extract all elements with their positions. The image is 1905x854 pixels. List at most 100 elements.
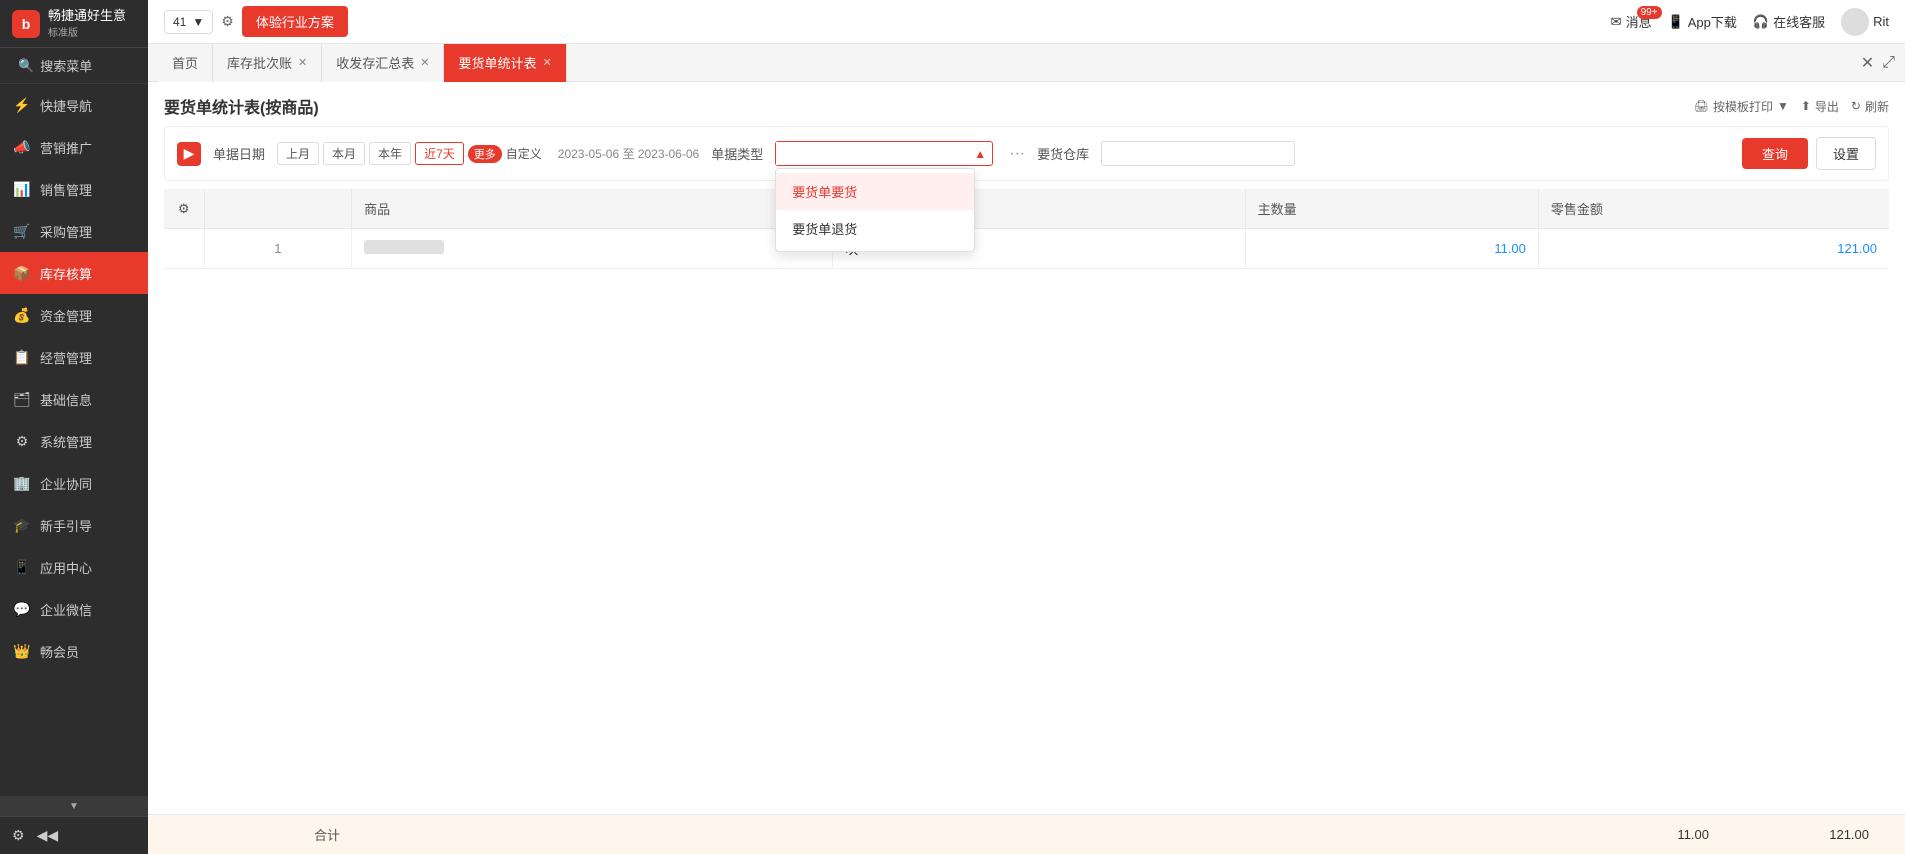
date-last-month-btn[interactable]: 上月 xyxy=(277,142,319,165)
sidebar-item-system[interactable]: ⚙ 系统管理 xyxy=(0,420,148,462)
nav-label-member: 畅会员 xyxy=(40,642,79,661)
warehouse-label: 要货仓库 xyxy=(1037,144,1089,163)
tab-home[interactable]: 首页 xyxy=(158,44,213,82)
app-version: 标准版 xyxy=(48,24,126,39)
col-settings[interactable]: ⚙ xyxy=(164,189,204,229)
date-this-month-btn[interactable]: 本月 xyxy=(323,142,365,165)
sidebar-item-purchase[interactable]: 🛒 采购管理 xyxy=(0,210,148,252)
footer-amount: 121.00 xyxy=(1829,827,1869,842)
sidebar-scroll-down[interactable]: ▼ xyxy=(0,796,148,816)
tab-order-stats[interactable]: 要货单统计表✕ xyxy=(444,44,566,82)
cell-quantity-0[interactable]: 11.00 xyxy=(1245,229,1538,269)
date-this-year-btn[interactable]: 本年 xyxy=(369,142,411,165)
close-all-tabs-btn[interactable]: ✕ xyxy=(1861,53,1874,73)
date-custom-btn[interactable]: 自定义 xyxy=(506,145,542,162)
nav-icon-member: 👑 xyxy=(12,641,32,661)
sidebar-item-finance[interactable]: 💰 资金管理 xyxy=(0,294,148,336)
table-footer: 合计 11.00 121.00 xyxy=(148,814,1905,854)
export-icon: ⬆ xyxy=(1801,99,1811,113)
page-header: 要货单统计表(按商品) 🖨 按模板打印 ▼ ⬆ 导出 ↻ 刷新 xyxy=(148,82,1905,126)
sidebar-item-marketing[interactable]: 📣 营销推广 xyxy=(0,126,148,168)
nav-label-operations: 经营管理 xyxy=(40,348,92,367)
app-name: 畅捷通好生意 xyxy=(48,8,126,25)
messages-btn[interactable]: ✉ 消息 99+ xyxy=(1611,12,1652,31)
nav-label-inventory: 库存核算 xyxy=(40,264,92,283)
cell-settings-0 xyxy=(164,229,204,269)
sidebar-item-member[interactable]: 👑 畅会员 xyxy=(0,630,148,672)
page-title: 要货单统计表(按商品) xyxy=(164,94,319,118)
nav-icon-inventory: 📦 xyxy=(12,263,32,283)
user-avatar-btn[interactable]: Rit xyxy=(1841,8,1889,36)
dropdown-item-order-goods[interactable]: 要货单要货 xyxy=(776,173,974,210)
company-selector[interactable]: 41 ▼ xyxy=(164,10,213,34)
sidebar-search[interactable]: 🔍 搜索菜单 xyxy=(0,48,148,84)
tab-close-collection-summary[interactable]: ✕ xyxy=(420,56,429,69)
dropdown-item-order-return[interactable]: 要货单退货 xyxy=(776,210,974,247)
nav-icon-quick-nav: ⚡ xyxy=(12,95,32,115)
nav-label-enterprise-wechat: 企业微信 xyxy=(40,600,92,619)
logo-icon: b xyxy=(12,10,40,38)
nav-icon-purchase: 🛒 xyxy=(12,221,32,241)
print-label: 按模板打印 xyxy=(1713,98,1773,115)
settings-icon[interactable]: ⚙ xyxy=(12,827,25,844)
app-logo: b 畅捷通好生意 标准版 xyxy=(0,0,148,48)
query-btn[interactable]: 查询 xyxy=(1742,138,1808,169)
nav-icon-guide: 🎓 xyxy=(12,515,32,535)
tab-close-order-stats[interactable]: ✕ xyxy=(543,56,552,69)
type-label: 单据类型 xyxy=(711,144,763,163)
nav-icon-operations: 📋 xyxy=(12,347,32,367)
print-icon: 🖨 xyxy=(1694,99,1709,113)
trial-button[interactable]: 体验行业方案 xyxy=(242,6,348,37)
date-label: 单据日期 xyxy=(213,144,265,163)
tabs-bar: 首页库存批次账✕收发存汇总表✕要货单统计表✕ ✕ ⤢ xyxy=(148,44,1905,82)
cell-amount-0[interactable]: 121.00 xyxy=(1538,229,1889,269)
messages-badge: 99+ xyxy=(1637,6,1662,19)
topbar-gear-icon[interactable]: ⚙ xyxy=(221,13,234,30)
nav-label-quick-nav: 快捷导航 xyxy=(40,96,92,115)
data-table: ⚙ 商品 主计量单位 主数量 零售金额 1 块 11.00 121.00 xyxy=(164,189,1889,269)
warehouse-input[interactable] xyxy=(1101,141,1295,166)
sidebar-item-enterprise[interactable]: 🏢 企业协同 xyxy=(0,462,148,504)
nav-label-finance: 资金管理 xyxy=(40,306,92,325)
type-input-wrap[interactable]: ▲ xyxy=(775,141,993,166)
avatar xyxy=(1841,8,1869,36)
type-chevron-icon[interactable]: ▲ xyxy=(968,147,992,161)
refresh-btn[interactable]: ↻ 刷新 xyxy=(1851,98,1889,115)
sidebar-item-enterprise-wechat[interactable]: 💬 企业微信 xyxy=(0,588,148,630)
username-label: Rit xyxy=(1873,14,1889,29)
col-amount: 零售金额 xyxy=(1538,189,1889,229)
collapse-icon[interactable]: ◀◀ xyxy=(37,827,59,844)
print-btn[interactable]: 🖨 按模板打印 ▼ xyxy=(1694,98,1789,115)
sidebar-item-quick-nav[interactable]: ⚡ 快捷导航 xyxy=(0,84,148,126)
sidebar-item-guide[interactable]: 🎓 新手引导 xyxy=(0,504,148,546)
tab-inventory-batch[interactable]: 库存批次账✕ xyxy=(213,44,322,82)
app-download-btn[interactable]: 📱 App下载 xyxy=(1668,12,1737,31)
maximize-btn[interactable]: ⤢ xyxy=(1882,54,1895,72)
nav-icon-finance: 💰 xyxy=(12,305,32,325)
date-more-badge[interactable]: 更多 xyxy=(468,145,502,163)
search-icon: 🔍 xyxy=(18,58,34,74)
sidebar-item-basic-info[interactable]: 🗂 基础信息 xyxy=(0,378,148,420)
type-filter-wrapper: ▲ 要货单要货 要货单退货 xyxy=(775,141,993,166)
type-input[interactable] xyxy=(776,142,968,165)
online-service-btn[interactable]: 🎧 在线客服 xyxy=(1753,12,1825,31)
main-content: 41 ▼ ⚙ 体验行业方案 ✉ 消息 99+ 📱 App下载 🎧 在线客服 xyxy=(148,0,1905,854)
nav-label-enterprise: 企业协同 xyxy=(40,474,92,493)
tab-collection-summary[interactable]: 收发存汇总表✕ xyxy=(322,44,444,82)
sidebar-item-inventory[interactable]: 📦 库存核算 xyxy=(0,252,148,294)
tab-close-inventory-batch[interactable]: ✕ xyxy=(298,56,307,69)
export-btn[interactable]: ⬆ 导出 xyxy=(1801,98,1839,115)
sidebar-item-app-center[interactable]: 📱 应用中心 xyxy=(0,546,148,588)
page-header-actions: 🖨 按模板打印 ▼ ⬆ 导出 ↻ 刷新 xyxy=(1694,98,1889,115)
sidebar-item-operations[interactable]: 📋 经营管理 xyxy=(0,336,148,378)
headset-icon: 🎧 xyxy=(1753,14,1769,30)
cell-seq-0: 1 xyxy=(204,229,352,269)
date-7days-btn[interactable]: 近7天 xyxy=(415,142,464,165)
filter-row: ▶ 单据日期 上月 本月 本年 近7天 更多 自定义 2023-05-06 至 … xyxy=(177,137,1876,170)
topbar: 41 ▼ ⚙ 体验行业方案 ✉ 消息 99+ 📱 App下载 🎧 在线客服 xyxy=(148,0,1905,44)
filter-more-dots[interactable]: ··· xyxy=(1009,145,1025,163)
sidebar-item-sales[interactable]: 📊 销售管理 xyxy=(0,168,148,210)
filter-expand-btn[interactable]: ▶ xyxy=(177,142,201,166)
filter-settings-btn[interactable]: 设置 xyxy=(1816,137,1876,170)
footer-quantity: 11.00 xyxy=(1677,827,1709,842)
